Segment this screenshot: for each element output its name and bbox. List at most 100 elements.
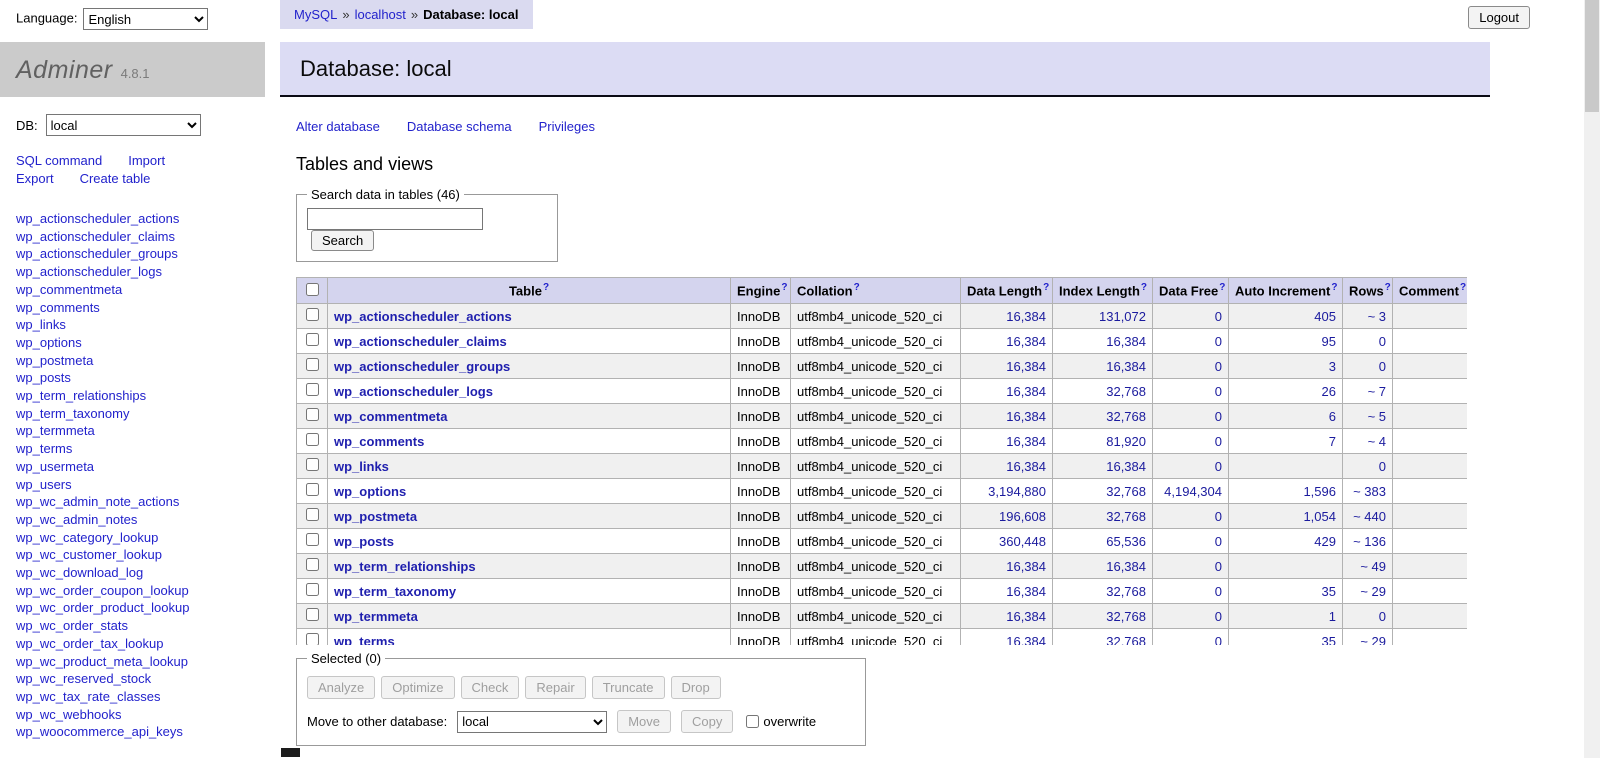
table-name-link-wp-termmeta[interactable]: wp_termmeta bbox=[334, 609, 418, 624]
help-link[interactable]: ? bbox=[1219, 282, 1225, 293]
sidebar-table-link-wp-wc-webhooks[interactable]: wp_wc_webhooks bbox=[16, 707, 122, 722]
table-name-link-wp-postmeta[interactable]: wp_postmeta bbox=[334, 509, 417, 524]
sidebar-table-link-wp-users[interactable]: wp_users bbox=[16, 477, 72, 492]
sidebar-table-link-wp-actionscheduler-actions[interactable]: wp_actionscheduler_actions bbox=[16, 211, 179, 226]
table-name-link-wp-term-taxonomy[interactable]: wp_term_taxonomy bbox=[334, 584, 456, 599]
rows-count-cell[interactable]: ~ 440 bbox=[1342, 503, 1393, 529]
rows-count-cell[interactable]: 0 bbox=[1342, 328, 1393, 354]
sidebar-table-link-wp-wc-order-coupon-lookup[interactable]: wp_wc_order_coupon_lookup bbox=[16, 583, 189, 598]
rows-count-cell[interactable]: ~ 4 bbox=[1342, 428, 1393, 454]
row-checkbox[interactable] bbox=[305, 358, 319, 371]
drop-button[interactable]: Drop bbox=[670, 676, 721, 699]
sidebar-table-link-wp-wc-order-product-lookup[interactable]: wp_wc_order_product_lookup bbox=[16, 600, 189, 615]
rows-count-cell[interactable]: ~ 5 bbox=[1342, 403, 1393, 429]
nav-privileges[interactable]: Privileges bbox=[539, 119, 595, 134]
rows-count-cell[interactable]: ~ 136 bbox=[1342, 528, 1393, 554]
row-checkbox[interactable] bbox=[305, 533, 319, 546]
help-link[interactable]: ? bbox=[1043, 282, 1049, 293]
row-checkbox[interactable] bbox=[305, 608, 319, 621]
row-checkbox[interactable] bbox=[305, 433, 319, 446]
scrollbar-thumb[interactable] bbox=[1585, 0, 1599, 112]
sidebar-table-link-wp-actionscheduler-claims[interactable]: wp_actionscheduler_claims bbox=[16, 229, 175, 244]
table-name-link-wp-comments[interactable]: wp_comments bbox=[334, 434, 424, 449]
copy-button[interactable]: Copy bbox=[681, 710, 734, 733]
logout-button[interactable]: Logout bbox=[1468, 6, 1530, 29]
row-checkbox[interactable] bbox=[305, 483, 319, 496]
sidebar-table-link-wp-termmeta[interactable]: wp_termmeta bbox=[16, 423, 95, 438]
sidebar-table-link-wp-terms[interactable]: wp_terms bbox=[16, 441, 72, 456]
help-link[interactable]: ? bbox=[1385, 282, 1391, 293]
row-checkbox[interactable] bbox=[305, 408, 319, 421]
table-name-link-wp-actionscheduler-groups[interactable]: wp_actionscheduler_groups bbox=[334, 359, 510, 374]
sidebar-table-link-wp-usermeta[interactable]: wp_usermeta bbox=[16, 459, 94, 474]
table-name-link-wp-actionscheduler-actions[interactable]: wp_actionscheduler_actions bbox=[334, 309, 512, 324]
row-checkbox[interactable] bbox=[305, 583, 319, 596]
help-link[interactable]: ? bbox=[854, 282, 860, 293]
rows-count-cell[interactable]: ~ 383 bbox=[1342, 478, 1393, 504]
truncate-button[interactable]: Truncate bbox=[591, 676, 665, 699]
sidebar-action-create-table[interactable]: Create table bbox=[80, 170, 151, 188]
sidebar-table-link-wp-wc-customer-lookup[interactable]: wp_wc_customer_lookup bbox=[16, 547, 162, 562]
help-link[interactable]: ? bbox=[1331, 282, 1337, 293]
nav-alter-database[interactable]: Alter database bbox=[296, 119, 380, 134]
rows-count-cell[interactable]: 0 bbox=[1342, 453, 1393, 479]
table-name-link-wp-commentmeta[interactable]: wp_commentmeta bbox=[334, 409, 447, 424]
language-select[interactable]: English bbox=[83, 8, 209, 30]
rows-count-cell[interactable]: ~ 3 bbox=[1342, 303, 1393, 329]
table-name-link-wp-options[interactable]: wp_options bbox=[334, 484, 406, 499]
sidebar-table-link-wp-comments[interactable]: wp_comments bbox=[16, 300, 100, 315]
row-checkbox[interactable] bbox=[305, 383, 319, 396]
help-link[interactable]: ? bbox=[1460, 282, 1466, 293]
sidebar-table-link-wp-wc-order-tax-lookup[interactable]: wp_wc_order_tax_lookup bbox=[16, 636, 163, 651]
vertical-scrollbar[interactable] bbox=[1584, 0, 1600, 758]
row-checkbox[interactable] bbox=[305, 308, 319, 321]
table-name-link-wp-links[interactable]: wp_links bbox=[334, 459, 389, 474]
sidebar-table-link-wp-wc-admin-notes[interactable]: wp_wc_admin_notes bbox=[16, 512, 137, 527]
sidebar-table-link-wp-wc-admin-note-actions[interactable]: wp_wc_admin_note_actions bbox=[16, 494, 179, 509]
rows-count-cell[interactable]: 0 bbox=[1342, 603, 1393, 629]
move-db-select[interactable]: local bbox=[457, 710, 608, 733]
row-checkbox[interactable] bbox=[305, 458, 319, 471]
table-name-link-wp-actionscheduler-claims[interactable]: wp_actionscheduler_claims bbox=[334, 334, 507, 349]
search-button[interactable]: Search bbox=[311, 230, 375, 251]
sidebar-table-link-wp-woocommerce-api-keys[interactable]: wp_woocommerce_api_keys bbox=[16, 724, 183, 739]
nav-database-schema[interactable]: Database schema bbox=[407, 119, 512, 134]
table-name-link-wp-posts[interactable]: wp_posts bbox=[334, 534, 394, 549]
sidebar-table-link-wp-options[interactable]: wp_options bbox=[16, 335, 82, 350]
sidebar-table-link-wp-actionscheduler-logs[interactable]: wp_actionscheduler_logs bbox=[16, 264, 162, 279]
check-button[interactable]: Check bbox=[460, 676, 520, 699]
sidebar-table-link-wp-wc-tax-rate-classes[interactable]: wp_wc_tax_rate_classes bbox=[16, 689, 161, 704]
rows-count-cell[interactable]: ~ 49 bbox=[1342, 553, 1393, 579]
db-select[interactable]: local bbox=[45, 114, 201, 136]
rows-count-cell[interactable]: ~ 29 bbox=[1342, 578, 1393, 604]
help-link[interactable]: ? bbox=[781, 282, 787, 293]
analyze-button[interactable]: Analyze bbox=[307, 676, 376, 699]
sidebar-action-sql-command[interactable]: SQL command bbox=[16, 152, 102, 170]
row-checkbox[interactable] bbox=[305, 333, 319, 346]
rows-count-cell[interactable]: ~ 7 bbox=[1342, 378, 1393, 404]
help-link[interactable]: ? bbox=[543, 282, 549, 293]
sidebar-table-link-wp-wc-download-log[interactable]: wp_wc_download_log bbox=[16, 565, 143, 580]
optimize-button[interactable]: Optimize bbox=[381, 676, 455, 699]
sidebar-table-link-wp-wc-category-lookup[interactable]: wp_wc_category_lookup bbox=[16, 530, 158, 545]
sidebar-table-link-wp-wc-order-stats[interactable]: wp_wc_order_stats bbox=[16, 618, 128, 633]
sidebar-table-link-wp-wc-product-meta-lookup[interactable]: wp_wc_product_meta_lookup bbox=[16, 654, 188, 669]
move-button[interactable]: Move bbox=[617, 710, 671, 733]
sidebar-table-link-wp-commentmeta[interactable]: wp_commentmeta bbox=[16, 282, 122, 297]
sidebar-table-link-wp-posts[interactable]: wp_posts bbox=[16, 370, 71, 385]
sidebar-action-import[interactable]: Import bbox=[128, 152, 165, 170]
help-link[interactable]: ? bbox=[1141, 282, 1147, 293]
sidebar-action-export[interactable]: Export bbox=[16, 170, 54, 188]
table-name-link-wp-actionscheduler-logs[interactable]: wp_actionscheduler_logs bbox=[334, 384, 493, 399]
table-name-link-wp-term-relationships[interactable]: wp_term_relationships bbox=[334, 559, 476, 574]
rows-count-cell[interactable]: 0 bbox=[1342, 353, 1393, 379]
search-input[interactable] bbox=[307, 208, 483, 230]
sidebar-table-link-wp-wc-reserved-stock[interactable]: wp_wc_reserved_stock bbox=[16, 671, 151, 686]
app-name[interactable]: Adminer bbox=[16, 56, 113, 84]
breadcrumb-link-localhost[interactable]: localhost bbox=[355, 7, 406, 22]
sidebar-table-link-wp-term-relationships[interactable]: wp_term_relationships bbox=[16, 388, 146, 403]
sidebar-table-link-wp-links[interactable]: wp_links bbox=[16, 317, 66, 332]
row-checkbox[interactable] bbox=[305, 508, 319, 521]
breadcrumb-link-mysql[interactable]: MySQL bbox=[294, 7, 337, 22]
select-all-checkbox[interactable] bbox=[305, 282, 319, 296]
